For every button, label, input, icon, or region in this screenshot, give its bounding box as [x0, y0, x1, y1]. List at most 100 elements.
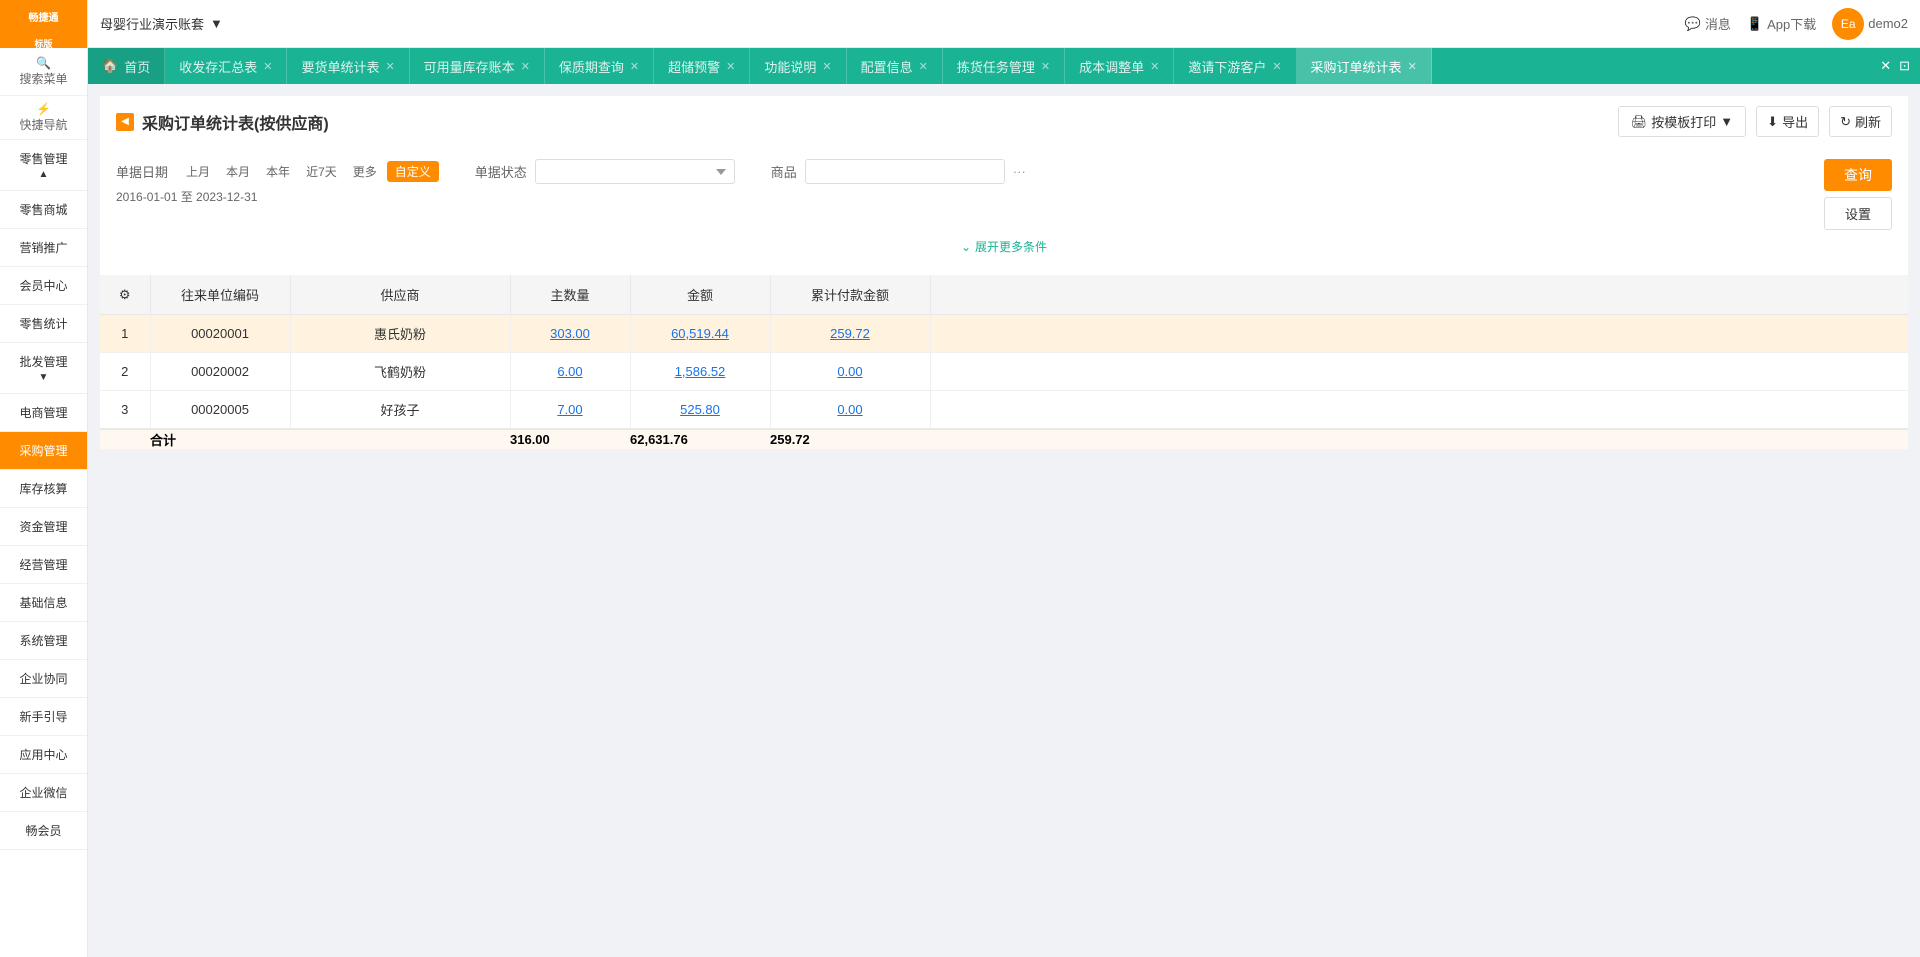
th-supplier: 供应商: [290, 275, 510, 315]
tab-expiry[interactable]: 保质期查询 ✕: [545, 48, 654, 84]
refresh-btn[interactable]: ↻ 刷新: [1829, 106, 1892, 137]
message-label: 消息: [1705, 14, 1731, 33]
cell-paid[interactable]: 0.00: [770, 391, 930, 430]
sidebar-item-member[interactable]: 会员中心: [0, 267, 87, 305]
sidebar-item-retail-manage[interactable]: 零售管理 ▲: [0, 140, 87, 191]
sidebar-item-label: 系统管理: [19, 632, 67, 649]
tab-invite[interactable]: 邀请下游客户 ✕: [1174, 48, 1296, 84]
sidebar-item-marketing[interactable]: 营销推广: [0, 229, 87, 267]
sidebar-item-app-center[interactable]: 应用中心: [0, 736, 87, 774]
footer-amount: 62,631.76: [630, 429, 770, 449]
sidebar-item-new-guide[interactable]: 新手引导: [0, 698, 87, 736]
cell-amount[interactable]: 60,519.44: [630, 315, 770, 353]
sidebar-item-capital-manage[interactable]: 资金管理: [0, 508, 87, 546]
sidebar-item-stock-check[interactable]: 库存核算: [0, 470, 87, 508]
tab-order-stat[interactable]: 要货单统计表 ✕: [287, 48, 409, 84]
user-profile-btn[interactable]: Ea demo2: [1832, 8, 1908, 40]
dropdown-icon: ▼: [210, 16, 223, 31]
sidebar-item-biz-manage[interactable]: 经营管理: [0, 546, 87, 584]
sidebar-item-vip-member[interactable]: 畅会员: [0, 812, 87, 850]
tab-config[interactable]: 配置信息 ✕: [847, 48, 943, 84]
tab-close-icon[interactable]: ✕: [263, 60, 272, 73]
tab-cost-adjust[interactable]: 成本调整单 ✕: [1065, 48, 1174, 84]
sidebar-item-purchase-manage[interactable]: 采购管理: [0, 432, 87, 470]
maximize-icon[interactable]: ⊡: [1899, 58, 1910, 74]
shortcut-this-year[interactable]: 本年: [260, 161, 296, 182]
footer-extra: [930, 429, 1908, 449]
shortcut-this-month[interactable]: 本月: [220, 161, 256, 182]
search-menu-btn[interactable]: 🔍 搜索菜单: [0, 48, 87, 96]
tab-overstock[interactable]: 超储预警 ✕: [654, 48, 750, 84]
tab-close-icon[interactable]: ✕: [726, 60, 735, 73]
date-label: 单据日期: [116, 162, 168, 181]
sidebar: 畅捷通 标版 🔍 搜索菜单 ⚡ 快捷导航 零售管理 ▲ 零售商城 营销推广 会员…: [0, 0, 88, 957]
sidebar-item-enterprise-wechat[interactable]: 企业微信: [0, 774, 87, 812]
tab-stock-book[interactable]: 可用量库存账本 ✕: [410, 48, 545, 84]
setting-btn[interactable]: 设置: [1824, 197, 1892, 230]
tab-close-icon[interactable]: ✕: [1272, 60, 1281, 73]
export-btn[interactable]: ⬇ 导出: [1756, 106, 1819, 137]
sidebar-item-batch-manage[interactable]: 批发管理 ▼: [0, 343, 87, 394]
tab-label: 拣货任务管理: [957, 57, 1035, 76]
goods-more-icon[interactable]: ···: [1013, 164, 1026, 179]
tab-close-icon[interactable]: ✕: [521, 60, 530, 73]
sidebar-item-retail-stat[interactable]: 零售统计: [0, 305, 87, 343]
th-extra: [930, 275, 1908, 315]
date-range-display: 2016-01-01 至 2023-12-31: [116, 188, 1808, 205]
tab-func-desc[interactable]: 功能说明 ✕: [750, 48, 846, 84]
tab-close-icon[interactable]: ✕: [630, 60, 639, 73]
sidebar-item-sys-manage[interactable]: 系统管理: [0, 622, 87, 660]
sidebar-item-label: 基础信息: [19, 594, 67, 611]
sidebar-item-retail-shop[interactable]: 零售商城: [0, 191, 87, 229]
collapse-panel-btn[interactable]: ◀: [116, 113, 134, 131]
cell-qty[interactable]: 303.00: [510, 315, 630, 353]
sidebar-item-enterprise-coop[interactable]: 企业协同: [0, 660, 87, 698]
cell-paid[interactable]: 259.72: [770, 315, 930, 353]
settings-icon[interactable]: ⚙: [119, 287, 131, 302]
avatar: Ea: [1832, 8, 1864, 40]
message-btn[interactable]: 💬 消息: [1685, 14, 1731, 33]
tab-close-icon[interactable]: ✕: [919, 60, 928, 73]
shortcut-7days[interactable]: 近7天: [300, 161, 343, 182]
workspace-selector[interactable]: 母婴行业演示账套 ▼: [100, 14, 223, 33]
tab-purchase-stat[interactable]: 采购订单统计表 ✕: [1297, 48, 1432, 84]
expand-label: 展开更多条件: [975, 238, 1047, 255]
tab-close-icon[interactable]: ✕: [822, 60, 831, 73]
tab-bar-actions: ✕ ⊡: [1870, 48, 1920, 84]
tab-close-icon[interactable]: ✕: [1408, 60, 1417, 73]
chevron-down-icon: ⌄: [961, 240, 971, 254]
cell-paid[interactable]: 0.00: [770, 353, 930, 391]
sidebar-item-basic-info[interactable]: 基础信息: [0, 584, 87, 622]
tab-pick-task[interactable]: 拣货任务管理 ✕: [943, 48, 1065, 84]
query-btn[interactable]: 查询: [1824, 159, 1892, 191]
close-tab-icon[interactable]: ✕: [1880, 58, 1891, 74]
sidebar-item-ecom-manage[interactable]: 电商管理: [0, 394, 87, 432]
tab-close-icon[interactable]: ✕: [1041, 60, 1050, 73]
shortcut-last-month[interactable]: 上月: [180, 161, 216, 182]
status-select[interactable]: 草稿 已审核: [535, 159, 735, 184]
footer-paid: 259.72: [770, 429, 930, 449]
cell-qty[interactable]: 7.00: [510, 391, 630, 430]
sidebar-item-label: 资金管理: [19, 518, 67, 535]
template-print-btn[interactable]: 🖨 按模板打印 ▼: [1618, 106, 1746, 137]
cell-qty[interactable]: 6.00: [510, 353, 630, 391]
tab-collect-send[interactable]: 收发存汇总表 ✕: [165, 48, 287, 84]
th-code: 往来单位编码: [150, 275, 290, 315]
cell-amount[interactable]: 1,586.52: [630, 353, 770, 391]
filter-row-1: 单据日期 上月 本月 本年 近7天 更多 自定义 单据状态: [116, 159, 1808, 184]
expand-more-btn[interactable]: ⌄ 展开更多条件: [116, 238, 1892, 255]
footer-empty: [100, 429, 150, 449]
quick-nav-btn[interactable]: ⚡ 快捷导航: [0, 96, 87, 140]
tab-close-icon[interactable]: ✕: [1150, 60, 1159, 73]
tab-close-icon[interactable]: ✕: [385, 60, 394, 73]
tab-label: 收发存汇总表: [179, 57, 257, 76]
app-download-btn[interactable]: 📱 App下载: [1747, 14, 1816, 33]
cell-amount[interactable]: 525.80: [630, 391, 770, 430]
custom-date-badge[interactable]: 自定义: [387, 161, 439, 182]
tab-label: 要货单统计表: [301, 57, 379, 76]
data-table: ⚙ 往来单位编码 供应商 主数量 金额 累计付款金额 1: [100, 275, 1908, 449]
goods-input[interactable]: [805, 159, 1005, 184]
tab-home[interactable]: 🏠 首页: [88, 48, 165, 84]
shortcut-more[interactable]: 更多: [347, 161, 383, 182]
cell-extra: [930, 353, 1908, 391]
